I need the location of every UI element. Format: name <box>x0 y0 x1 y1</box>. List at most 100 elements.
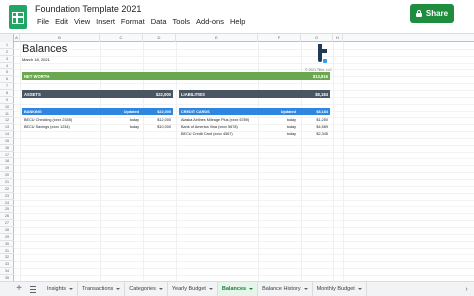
menu-addons[interactable]: Add-ons <box>193 16 227 27</box>
menu-help[interactable]: Help <box>227 16 248 27</box>
row-header[interactable]: 22 <box>0 186 14 193</box>
account-row[interactable]: BECU Savings (xxxx 1234) today $10,000 <box>22 123 173 130</box>
grid-row-line <box>14 274 474 276</box>
sheet-tab-label: Categories <box>129 286 156 292</box>
row-header[interactable]: 3 <box>0 56 14 63</box>
row-header[interactable]: 11 <box>0 111 14 118</box>
row-header[interactable]: 26 <box>0 213 14 221</box>
row-header[interactable]: 27 <box>0 220 14 227</box>
share-label: Share <box>425 9 449 18</box>
grid-row-line <box>14 158 474 160</box>
grid-row-line <box>14 220 474 222</box>
menu-file[interactable]: File <box>34 16 52 27</box>
grid-row-line <box>14 206 474 208</box>
row-header[interactable]: 2 <box>0 49 14 56</box>
row-header[interactable]: 5 <box>0 69 14 77</box>
caret-down-icon[interactable] <box>116 288 121 290</box>
column-header[interactable]: F <box>258 34 301 42</box>
column-header[interactable]: H <box>333 34 343 42</box>
row-header[interactable]: 14 <box>0 131 14 138</box>
caret-down-icon[interactable] <box>303 288 308 290</box>
sheet-tab[interactable]: Balance History <box>258 281 313 296</box>
row-header[interactable]: 34 <box>0 268 14 275</box>
credit-cards-total: $8,184 <box>316 109 328 114</box>
document-title[interactable]: Foundation Template 2021 <box>35 4 141 14</box>
column-header[interactable]: B <box>20 34 100 42</box>
menu-view[interactable]: View <box>71 16 93 27</box>
column-header[interactable]: D <box>143 34 176 42</box>
share-button[interactable]: Share <box>410 4 454 23</box>
assets-value: $22,000 <box>155 91 171 97</box>
caret-down-icon[interactable] <box>158 288 163 290</box>
row-header[interactable]: 24 <box>0 200 14 207</box>
row-header[interactable]: 7 <box>0 83 14 90</box>
menu-bar: File Edit View Insert Format Data Tools … <box>34 16 248 27</box>
sheet-tab[interactable]: Categories <box>125 281 168 296</box>
row-header[interactable]: 9 <box>0 97 14 104</box>
account-row[interactable]: BECU Checking (xxxx 2345) today $12,000 <box>22 116 173 123</box>
grid-row-line <box>14 226 474 228</box>
column-header[interactable]: C <box>100 34 143 42</box>
row-header[interactable]: 1 <box>0 42 14 49</box>
sheet-tab[interactable]: Transactions <box>78 281 126 296</box>
row-header[interactable]: 15 <box>0 138 14 145</box>
column-header-row: A B C D E F G H <box>0 34 474 42</box>
row-header[interactable]: 4 <box>0 63 14 70</box>
row-header[interactable]: 28 <box>0 227 14 234</box>
row-header[interactable]: 16 <box>0 145 14 152</box>
account-name: BECU Savings (xxxx 1234) <box>24 124 70 129</box>
liabilities-total-row[interactable]: LIABILITIES $8,184 <box>179 90 330 98</box>
sheet-tab[interactable]: Insights <box>43 281 78 296</box>
column-header[interactable]: G <box>301 34 333 42</box>
account-balance: $2,345 <box>316 131 328 136</box>
select-all-corner[interactable] <box>0 34 14 42</box>
sheet-tab[interactable]: Monthly Budget <box>313 281 367 296</box>
sheets-logo-icon[interactable] <box>9 5 27 29</box>
liabilities-value: $8,184 <box>315 91 328 97</box>
sheet-tab[interactable]: Yearly Budget <box>168 281 218 296</box>
row-header[interactable]: 20 <box>0 172 14 179</box>
net-worth-row[interactable]: NET WORTH $13,816 <box>22 72 330 80</box>
row-header[interactable]: 29 <box>0 234 14 241</box>
row-header[interactable]: 21 <box>0 179 14 186</box>
credit-cards-header-row[interactable]: CREDIT CARDS Updated $8,184 <box>179 108 330 115</box>
caret-down-icon[interactable] <box>357 288 362 290</box>
caret-down-icon[interactable] <box>249 288 254 290</box>
account-row[interactable]: Bank of America Visa (xxxx 5678) today $… <box>179 123 330 130</box>
all-sheets-menu-icon[interactable] <box>27 283 39 295</box>
menu-format[interactable]: Format <box>118 16 148 27</box>
assets-total-row[interactable]: ASSETS $22,000 <box>22 90 173 98</box>
add-sheet-icon[interactable]: + <box>13 283 25 295</box>
menu-insert[interactable]: Insert <box>93 16 118 27</box>
menu-edit[interactable]: Edit <box>52 16 71 27</box>
row-header[interactable]: 23 <box>0 193 14 200</box>
net-worth-label: NET WORTH <box>24 73 50 79</box>
row-header[interactable]: 33 <box>0 261 14 269</box>
column-header[interactable]: E <box>176 34 258 42</box>
tab-scroll-icon[interactable]: › <box>462 285 471 294</box>
account-row[interactable]: BECU Credit Card (xxxx 4567) today $2,34… <box>179 130 330 137</box>
row-header[interactable]: 32 <box>0 254 14 262</box>
row-header[interactable]: 6 <box>0 76 14 84</box>
menu-tools[interactable]: Tools <box>170 16 194 27</box>
sheet-tab[interactable]: Balances <box>217 281 259 296</box>
sheet-tab-label: Balance History <box>262 286 301 292</box>
row-header[interactable]: 19 <box>0 165 14 173</box>
menu-data[interactable]: Data <box>148 16 170 27</box>
grid-column-line <box>333 42 334 282</box>
account-updated: today <box>286 117 296 122</box>
row-header[interactable]: 13 <box>0 124 14 132</box>
row-header[interactable]: 8 <box>0 90 14 97</box>
row-header[interactable]: 31 <box>0 248 14 255</box>
row-header[interactable]: 30 <box>0 241 14 248</box>
account-row[interactable]: Alaska Airlines Mileage Plus (xxxx 6789)… <box>179 116 330 123</box>
row-header[interactable]: 10 <box>0 104 14 111</box>
row-header[interactable]: 18 <box>0 158 14 166</box>
row-header[interactable]: 25 <box>0 206 14 214</box>
caret-down-icon[interactable] <box>208 288 213 290</box>
row-header[interactable]: 12 <box>0 117 14 125</box>
credit-cards-label: CREDIT CARDS <box>181 109 210 114</box>
row-header[interactable]: 17 <box>0 152 14 159</box>
banking-header-row[interactable]: BANKING Updated $22,000 <box>22 108 173 115</box>
caret-down-icon[interactable] <box>68 288 73 290</box>
